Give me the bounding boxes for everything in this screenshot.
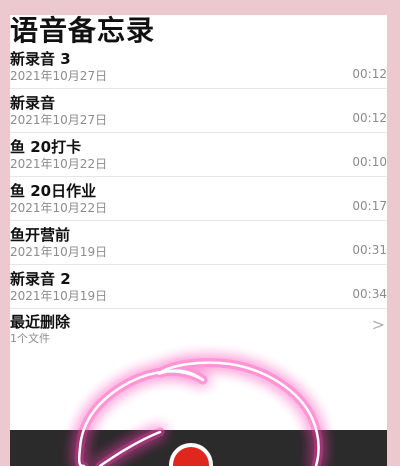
photo-border — [387, 0, 400, 466]
recording-date: 2021年10月22日 — [10, 201, 108, 215]
recording-name: 新录音 3 — [10, 50, 71, 68]
recording-duration: 00:12 — [352, 111, 387, 125]
recording-date: 2021年10月27日 — [10, 69, 108, 83]
recording-date: 2021年10月19日 — [10, 245, 108, 259]
recording-row[interactable]: 新录音 2 2021年10月19日 00:34 — [10, 265, 387, 309]
recording-name: 新录音 2 — [10, 270, 71, 288]
voice-memos-screen: 语音备忘录 新录音 3 2021年10月27日 00:12 新录音 2021年1… — [10, 15, 387, 466]
recently-deleted-label: 最近删除 — [10, 313, 71, 331]
recording-duration: 00:31 — [352, 243, 387, 257]
recording-date: 2021年10月27日 — [10, 113, 108, 127]
recently-deleted-count: 1个文件 — [10, 332, 50, 345]
recording-date: 2021年10月19日 — [10, 289, 108, 303]
recording-name: 新录音 — [10, 94, 56, 112]
recording-duration: 00:12 — [352, 67, 387, 81]
recently-deleted-folder[interactable]: 最近删除 1个文件 > — [10, 305, 387, 345]
recording-row[interactable]: 鱼 20打卡 2021年10月22日 00:10 — [10, 133, 387, 177]
record-icon — [173, 447, 209, 466]
recording-row[interactable]: 新录音 2021年10月27日 00:12 — [10, 89, 387, 133]
recording-duration: 00:34 — [352, 287, 387, 301]
recording-row[interactable]: 新录音 3 2021年10月27日 00:12 — [10, 45, 387, 89]
chevron-right-icon: > — [371, 315, 385, 334]
recording-row[interactable]: 鱼开营前 2021年10月19日 00:31 — [10, 221, 387, 265]
recording-name: 鱼 20日作业 — [10, 182, 97, 200]
recording-date: 2021年10月22日 — [10, 157, 108, 171]
recording-duration: 00:17 — [352, 199, 387, 213]
recording-name: 鱼开营前 — [10, 226, 71, 244]
recording-name: 鱼 20打卡 — [10, 138, 82, 156]
page-title: 语音备忘录 — [10, 15, 156, 47]
recording-row[interactable]: 鱼 20日作业 2021年10月22日 00:17 — [10, 177, 387, 221]
recording-duration: 00:10 — [352, 155, 387, 169]
